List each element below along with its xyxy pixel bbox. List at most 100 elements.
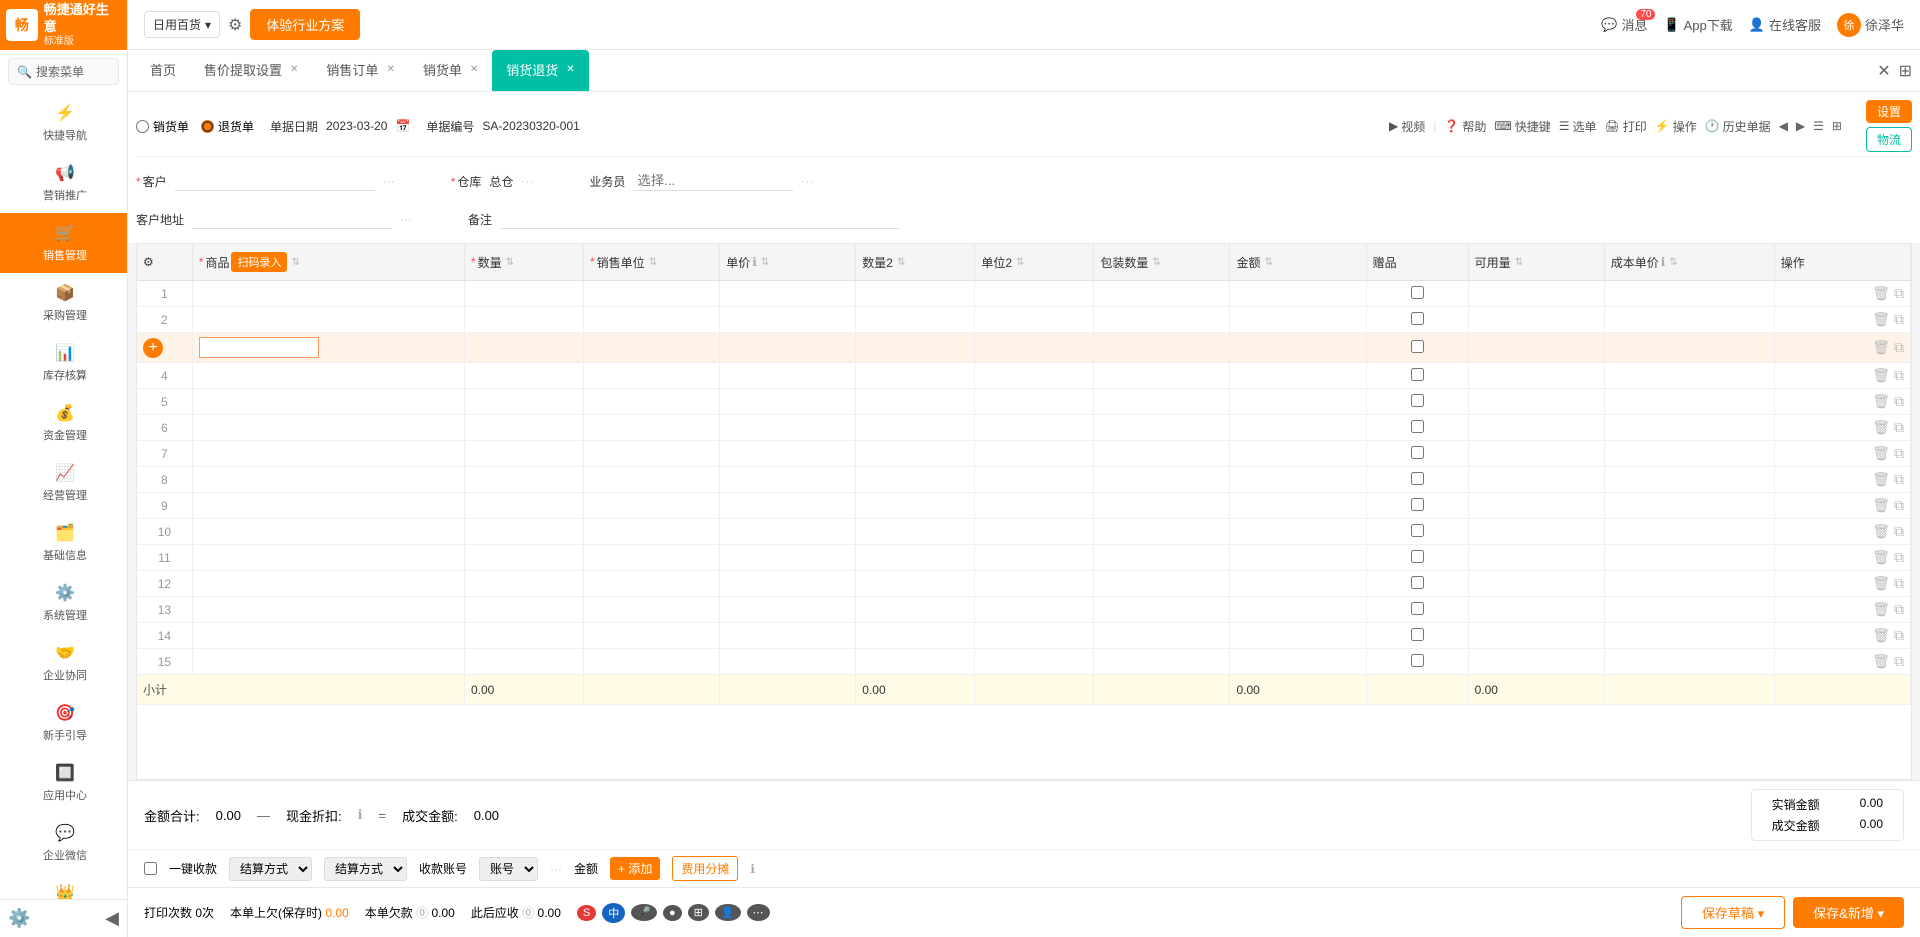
save-new-btn[interactable]: 保存&新增 ▾ [1793, 897, 1904, 928]
radio-return-input[interactable] [201, 120, 214, 133]
shortcut-btn[interactable]: ⌨ 快捷键 [1494, 118, 1550, 135]
tab-sales-delivery[interactable]: 销货单 ✕ [409, 50, 492, 91]
sort-amount-icon[interactable]: ⇅ [1265, 257, 1273, 268]
sidebar-item-operations[interactable]: 📈 经营管理 [0, 453, 127, 513]
settings-bottom-icon[interactable]: ⚙️ [8, 908, 30, 929]
row-product[interactable] [192, 333, 464, 363]
row-unit-price[interactable] [720, 333, 856, 363]
calendar-icon[interactable]: 📅 [395, 119, 410, 133]
row-unit-price[interactable] [720, 281, 856, 307]
account-dots[interactable]: ··· [550, 862, 562, 876]
sidebar-item-sales[interactable]: 🛒 销售管理 [0, 213, 127, 273]
sidebar-item-system[interactable]: ⚙️ 系统管理 [0, 573, 127, 633]
copy-row-icon[interactable]: ⧉ [1894, 445, 1904, 462]
row-qty2[interactable] [856, 307, 975, 333]
sidebar-item-marketing[interactable]: 📢 营销推广 [0, 153, 127, 213]
copy-row-icon[interactable]: ⧉ [1894, 285, 1904, 302]
sort-unit-icon[interactable]: ⇅ [649, 257, 657, 268]
view-grid-icon[interactable]: ⊞ [1832, 119, 1842, 133]
salesperson-select-btn[interactable]: ··· [801, 174, 813, 188]
nav-next[interactable]: ▶ [1796, 119, 1805, 133]
sort-price-icon[interactable]: ⇅ [761, 257, 769, 268]
video-btn[interactable]: ▶ 视频 [1389, 118, 1425, 135]
note-input[interactable] [500, 209, 900, 229]
salesperson-input[interactable] [633, 171, 793, 191]
row-available[interactable] [1468, 333, 1604, 363]
tab-sales-order-close[interactable]: ✕ [386, 64, 394, 75]
tab-price-extract-close[interactable]: ✕ [290, 64, 298, 75]
message-btn[interactable]: 💬 消息 70 [1601, 15, 1647, 34]
row-amount[interactable] [1230, 281, 1366, 307]
row-unit2[interactable] [975, 333, 1094, 363]
sort-unit2-icon[interactable]: ⇅ [1016, 257, 1024, 268]
delete-row-icon[interactable]: 🗑 [1872, 339, 1890, 356]
sidebar-item-shortcut[interactable]: ⚡ 快捷导航 [0, 93, 127, 153]
row-unit2[interactable] [975, 281, 1094, 307]
search-menu-button[interactable]: 🔍 搜索菜单 [8, 58, 119, 85]
copy-row-icon[interactable]: ⧉ [1894, 653, 1904, 670]
sort-cost-icon[interactable]: ⇅ [1669, 257, 1677, 268]
add-row-btn[interactable]: + [143, 338, 163, 358]
row-product[interactable] [192, 281, 464, 307]
copy-row-icon[interactable]: ⧉ [1894, 339, 1904, 356]
copy-row-icon[interactable]: ⧉ [1894, 601, 1904, 618]
row-sales-unit[interactable] [584, 333, 720, 363]
row-quantity[interactable] [464, 333, 583, 363]
row-available[interactable] [1468, 281, 1604, 307]
tab-price-extract[interactable]: 售价提取设置 ✕ [190, 50, 312, 91]
accounting-select[interactable]: 结算方式 [229, 857, 312, 881]
radio-return[interactable]: 退货单 [201, 118, 254, 135]
delete-row-icon[interactable]: 🗑 [1872, 549, 1890, 566]
row-amount[interactable] [1230, 333, 1366, 363]
delete-row-icon[interactable]: 🗑 [1872, 653, 1890, 670]
row-sales-unit[interactable] [584, 307, 720, 333]
copy-row-icon[interactable]: ⧉ [1894, 367, 1904, 384]
radio-sales[interactable]: 销货单 [136, 118, 189, 135]
topbar-gear-icon[interactable]: ⚙ [228, 15, 242, 35]
scan-btn[interactable]: 扫码录入 [231, 252, 287, 272]
app-download-btn[interactable]: 📱 App下载 [1663, 15, 1732, 34]
add-payment-btn[interactable]: + 添加 [610, 857, 660, 880]
sidebar-item-apps[interactable]: 🔲 应用中心 [0, 753, 127, 813]
row-sales-unit[interactable] [584, 281, 720, 307]
row-pack-qty[interactable] [1094, 281, 1230, 307]
copy-row-icon[interactable]: ⧉ [1894, 627, 1904, 644]
sort-available-icon[interactable]: ⇅ [1515, 257, 1523, 268]
delete-row-icon[interactable]: 🗑 [1872, 445, 1890, 462]
row-quantity[interactable] [464, 281, 583, 307]
print-btn[interactable]: 🖨 打印 [1605, 118, 1647, 135]
delete-row-icon[interactable]: 🗑 [1872, 601, 1890, 618]
sidebar-item-wechat[interactable]: 💬 企业微信 [0, 813, 127, 873]
row-qty2[interactable] [856, 281, 975, 307]
copy-row-icon[interactable]: ⧉ [1894, 471, 1904, 488]
row-gift[interactable] [1366, 333, 1468, 363]
sidebar-item-enterprise[interactable]: 🤝 企业协同 [0, 633, 127, 693]
account-select[interactable]: 账号 [479, 857, 538, 881]
radio-sales-input[interactable] [136, 120, 149, 133]
sort-pack-icon[interactable]: ⇅ [1152, 257, 1160, 268]
sidebar-item-finance[interactable]: 💰 资金管理 [0, 393, 127, 453]
address-input[interactable] [192, 209, 392, 229]
th-setting[interactable]: ⚙ [137, 244, 192, 281]
copy-row-icon[interactable]: ⧉ [1894, 549, 1904, 566]
delete-row-icon[interactable]: 🗑 [1872, 285, 1890, 302]
copy-row-icon[interactable]: ⧉ [1894, 497, 1904, 514]
delete-row-icon[interactable]: 🗑 [1872, 393, 1890, 410]
copy-row-icon[interactable]: ⧉ [1894, 393, 1904, 410]
delete-row-icon[interactable]: 🗑 [1872, 497, 1890, 514]
address-select-btn[interactable]: ··· [400, 212, 412, 226]
row-cost-price[interactable] [1604, 333, 1774, 363]
tab-sales-delivery-close[interactable]: ✕ [470, 64, 478, 75]
sort-product-icon[interactable]: ⇅ [291, 257, 299, 268]
sidebar-item-member[interactable]: 👑 畅会员 [0, 873, 127, 899]
collapse-icon[interactable]: ◀ [105, 908, 119, 929]
row-gift[interactable] [1366, 281, 1468, 307]
gear-icon[interactable]: ⚙ [143, 255, 154, 269]
delete-row-icon[interactable]: 🗑 [1872, 471, 1890, 488]
tab-home[interactable]: 首页 [136, 50, 190, 91]
row-cost-price[interactable] [1604, 281, 1774, 307]
product-input-active[interactable] [199, 337, 319, 358]
row-quantity[interactable] [464, 307, 583, 333]
row-amount[interactable] [1230, 307, 1366, 333]
customer-select-btn[interactable]: ··· [383, 174, 395, 188]
